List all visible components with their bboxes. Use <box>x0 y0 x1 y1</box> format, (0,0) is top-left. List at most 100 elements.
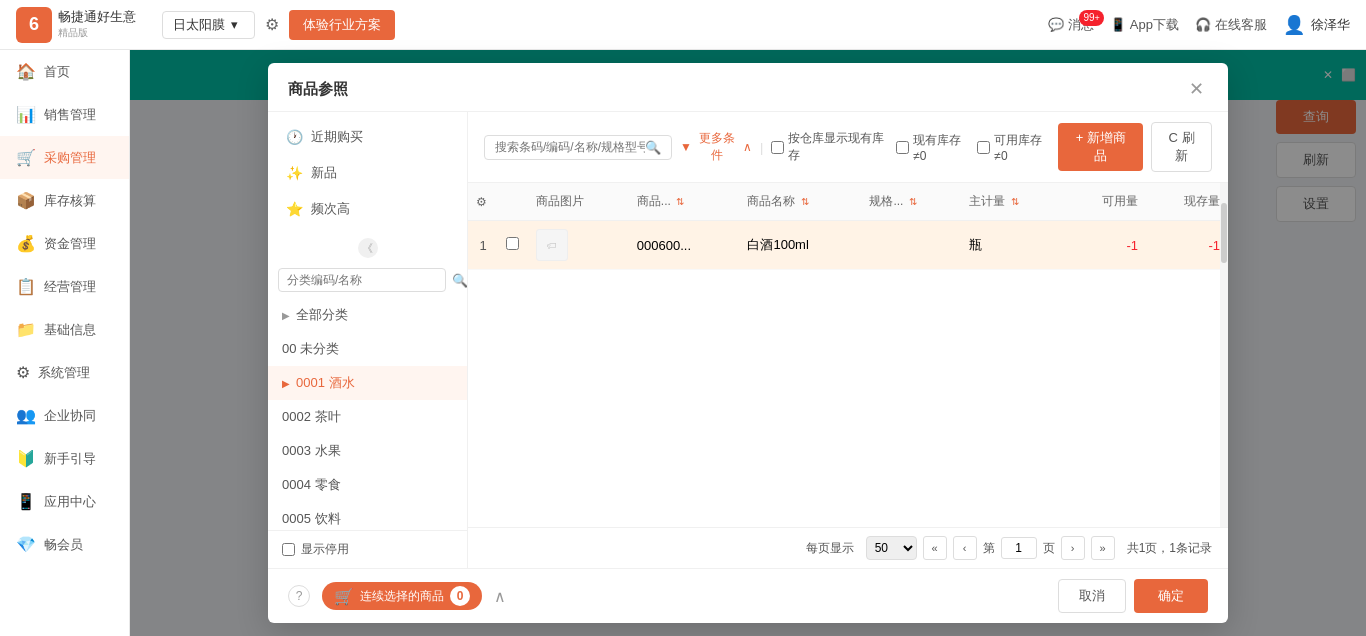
left-tab-recent-label: 近期购买 <box>311 128 363 146</box>
gear-icon[interactable]: ⚙ <box>265 15 279 34</box>
sidebar-item-home[interactable]: 🏠 首页 <box>0 50 129 93</box>
cell-stock: -1 <box>1146 221 1228 270</box>
col-name-sort-icon: ⇅ <box>801 196 809 207</box>
col-unit[interactable]: 主计量 ⇅ <box>961 183 1064 221</box>
online-service-nav-item[interactable]: 🎧 在线客服 <box>1195 16 1267 34</box>
left-tab-recent[interactable]: 🕐 近期购买 <box>276 120 459 154</box>
checkbox-stock-nonzero-input[interactable] <box>896 141 909 154</box>
footer-left: ? 🛒 连续选择的商品 0 ∧ <box>288 582 506 610</box>
message-icon: 💬 <box>1048 17 1064 32</box>
cart-badge-area[interactable]: 🛒 连续选择的商品 0 <box>322 582 482 610</box>
username-label: 徐泽华 <box>1311 16 1350 34</box>
sidebar-item-member[interactable]: 💎 畅会员 <box>0 523 129 566</box>
cat-0002[interactable]: 0002 茶叶 <box>268 400 467 434</box>
cat-all-label: 全部分类 <box>296 306 348 324</box>
sidebar-item-guide[interactable]: 🔰 新手引导 <box>0 437 129 480</box>
collapse-footer-icon[interactable]: ∧ <box>494 587 506 606</box>
sidebar-item-enterprise[interactable]: 👥 企业协同 <box>0 394 129 437</box>
app-download-nav-item[interactable]: 📱 App下载 <box>1110 16 1179 34</box>
checkbox-available-nonzero-input[interactable] <box>977 141 990 154</box>
sidebar-item-sales[interactable]: 📊 销售管理 <box>0 93 129 136</box>
cat-0002-label: 0002 茶叶 <box>282 408 341 426</box>
collapse-left-btn[interactable]: 《 <box>358 238 378 258</box>
row-checkbox[interactable] <box>506 237 519 250</box>
sidebar-item-system[interactable]: ⚙ 系统管理 <box>0 351 129 394</box>
cat-all[interactable]: ▶ 全部分类 <box>268 298 467 332</box>
col-spec[interactable]: 规格... ⇅ <box>861 183 961 221</box>
prev-page-btn[interactable]: ‹ <box>953 536 977 560</box>
cat-0004-label: 0004 零食 <box>282 476 341 494</box>
show-disabled-checkbox[interactable] <box>282 543 295 556</box>
search-input[interactable] <box>495 140 645 154</box>
cat-00[interactable]: 00 未分类 <box>268 332 467 366</box>
page-number-input[interactable] <box>1001 537 1037 559</box>
operations-icon: 📋 <box>16 277 36 296</box>
cell-num: 1 <box>468 221 498 270</box>
first-page-btn[interactable]: « <box>923 536 947 560</box>
cat-0003[interactable]: 0003 水果 <box>268 434 467 468</box>
user-area[interactable]: 👤 徐泽华 <box>1283 14 1350 36</box>
cell-thumb: 🏷 <box>528 221 629 270</box>
add-product-btn[interactable]: + 新增商品 <box>1058 123 1143 171</box>
checkbox-warehouse[interactable]: 按仓库显示现有库存 <box>771 130 888 164</box>
sidebar-item-finance-label: 资金管理 <box>44 235 96 253</box>
table-row[interactable]: 1 🏷 <box>468 221 1228 270</box>
refresh-btn[interactable]: C 刷新 <box>1151 122 1212 172</box>
sidebar-item-operations[interactable]: 📋 经营管理 <box>0 265 129 308</box>
left-tab-frequent[interactable]: ⭐ 频次高 <box>276 192 459 226</box>
cell-available: -1 <box>1064 221 1146 270</box>
sidebar: 🏠 首页 📊 销售管理 🛒 采购管理 📦 库存核算 💰 资金管理 📋 经营管理 … <box>0 50 130 636</box>
app-download-label: App下载 <box>1130 16 1179 34</box>
col-name[interactable]: 商品名称 ⇅ <box>739 183 861 221</box>
cat-0004[interactable]: 0004 零食 <box>268 468 467 502</box>
filter-btn[interactable]: ▼ 更多条件 ∧ <box>680 130 752 164</box>
checkbox-stock-nonzero[interactable]: 现有库存≠0 <box>896 132 969 163</box>
help-icon[interactable]: ? <box>288 585 310 607</box>
filter-icon: ▼ <box>680 140 692 154</box>
sidebar-item-operations-label: 经营管理 <box>44 278 96 296</box>
sidebar-item-system-label: 系统管理 <box>38 364 90 382</box>
category-search-icon[interactable]: 🔍 <box>452 273 468 288</box>
checkbox-available-nonzero[interactable]: 可用库存≠0 <box>977 132 1050 163</box>
per-page-select[interactable]: 50 10 20 100 <box>866 536 917 560</box>
cell-name: 白酒100ml <box>739 221 861 270</box>
left-tab-new-label: 新品 <box>311 164 337 182</box>
cancel-btn[interactable]: 取消 <box>1058 579 1126 613</box>
sidebar-item-appstore[interactable]: 📱 应用中心 <box>0 480 129 523</box>
nav-selector[interactable]: 日太阳膜 ▾ <box>162 11 255 39</box>
modal-close-btn[interactable]: ✕ <box>1184 77 1208 101</box>
left-panel: 🕐 近期购买 ✨ 新品 ⭐ 频次高 《 <box>268 112 468 568</box>
product-img-placeholder: 🏷 <box>547 240 557 251</box>
cat-0005[interactable]: 0005 饮料 <box>268 502 467 530</box>
cat-arrow-all: ▶ <box>282 310 290 321</box>
cat-0001[interactable]: ▶ 0001 酒水 <box>268 366 467 400</box>
scrollbar-thumb <box>1221 203 1227 263</box>
col-settings[interactable]: ⚙ <box>468 183 498 221</box>
cat-0005-label: 0005 饮料 <box>282 510 341 528</box>
chevron-down-icon: ▾ <box>231 17 238 32</box>
cart-count: 0 <box>450 586 470 606</box>
sidebar-item-finance[interactable]: 💰 资金管理 <box>0 222 129 265</box>
checkbox-available-nonzero-label: 可用库存≠0 <box>994 132 1050 163</box>
col-code[interactable]: 商品... ⇅ <box>629 183 740 221</box>
confirm-btn[interactable]: 确定 <box>1134 579 1208 613</box>
sidebar-item-basic-info[interactable]: 📁 基础信息 <box>0 308 129 351</box>
messages-nav-item[interactable]: 💬 消息 99+ <box>1048 16 1094 34</box>
last-page-btn[interactable]: » <box>1091 536 1115 560</box>
category-search-input[interactable] <box>278 268 446 292</box>
checkbox-warehouse-input[interactable] <box>771 141 784 154</box>
product-table: ⚙ 商品图片 商品... ⇅ 商品名称 <box>468 183 1228 270</box>
sidebar-item-inventory[interactable]: 📦 库存核算 <box>0 179 129 222</box>
experience-btn[interactable]: 体验行业方案 <box>289 10 395 40</box>
filter-chevron-icon: ∧ <box>743 140 752 154</box>
cell-check[interactable] <box>498 221 528 270</box>
table-scrollbar[interactable] <box>1220 183 1228 527</box>
nav-right: 💬 消息 99+ 📱 App下载 🎧 在线客服 👤 徐泽华 <box>1048 14 1350 36</box>
left-tabs: 🕐 近期购买 ✨ 新品 ⭐ 频次高 <box>268 112 467 234</box>
col-unit-label: 主计量 <box>969 194 1005 208</box>
search-submit-icon[interactable]: 🔍 <box>645 140 661 155</box>
next-page-btn[interactable]: › <box>1061 536 1085 560</box>
left-tab-new[interactable]: ✨ 新品 <box>276 156 459 190</box>
sidebar-item-purchase[interactable]: 🛒 采购管理 <box>0 136 129 179</box>
member-icon: 💎 <box>16 535 36 554</box>
